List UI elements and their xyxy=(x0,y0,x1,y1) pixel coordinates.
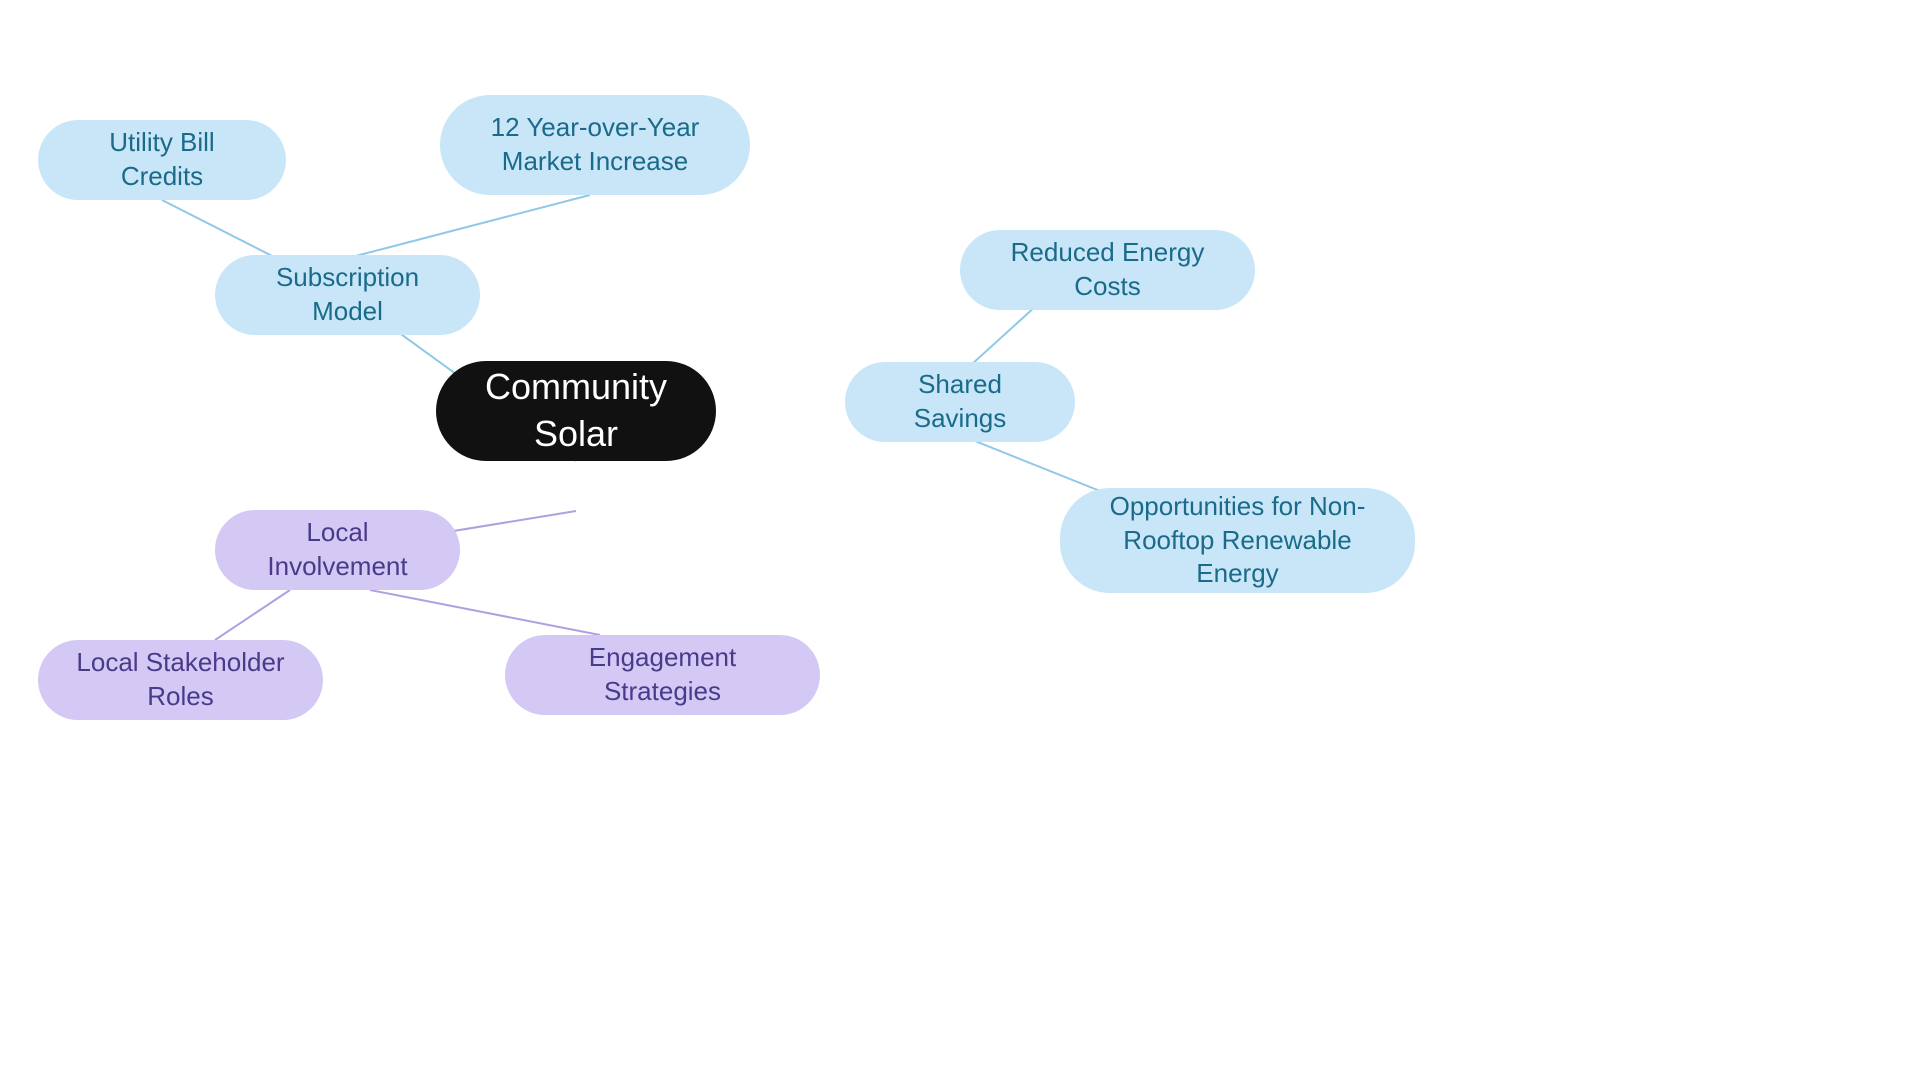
utility-bill-credits-node: Utility Bill Credits xyxy=(38,120,286,200)
subscription-model-node: Subscription Model xyxy=(215,255,480,335)
local-stakeholder-roles-node: Local Stakeholder Roles xyxy=(38,640,323,720)
reduced-energy-costs-node: Reduced Energy Costs xyxy=(960,230,1255,310)
center-node: Community Solar xyxy=(436,361,716,461)
local-involvement-node: Local Involvement xyxy=(215,510,460,590)
year-over-year-node: 12 Year-over-Year Market Increase xyxy=(440,95,750,195)
non-rooftop-renewable-node: Opportunities for Non-Rooftop Renewable … xyxy=(1060,488,1415,593)
engagement-strategies-node: Engagement Strategies xyxy=(505,635,820,715)
shared-savings-node: Shared Savings xyxy=(845,362,1075,442)
